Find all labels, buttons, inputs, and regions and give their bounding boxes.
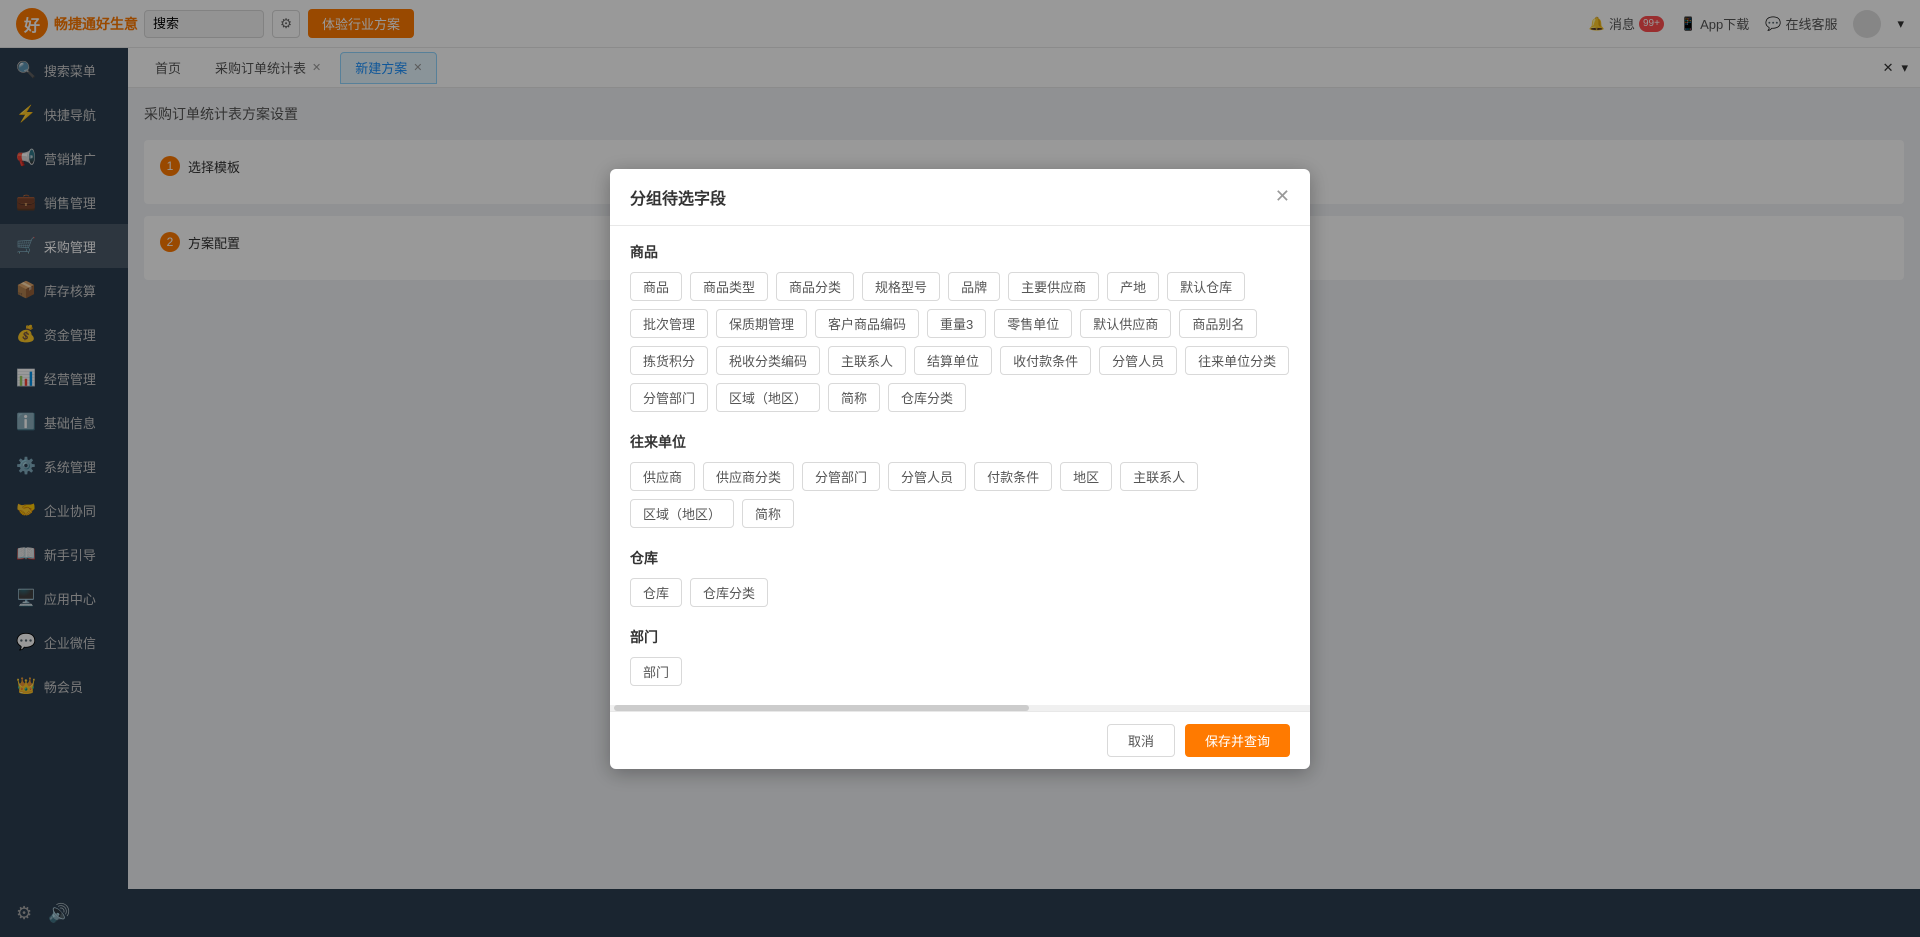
field-category-仓库: 仓库仓库仓库分类 [630,548,1290,607]
dialog-title: 分组待选字段 [630,185,726,209]
field-category-title: 部门 [630,627,1290,647]
dialog-header: 分组待选字段 ✕ [610,169,1310,226]
field-tag[interactable]: 仓库 [630,578,682,607]
dialog-footer: 取消 保存并查询 [610,711,1310,769]
field-tag[interactable]: 默认仓库 [1167,272,1245,301]
field-tag[interactable]: 供应商分类 [703,462,794,491]
field-tag[interactable]: 地区 [1060,462,1112,491]
field-category-title: 仓库 [630,548,1290,568]
modal-overlay: 分组待选字段 ✕ 商品商品商品类型商品分类规格型号品牌主要供应商产地默认仓库批次… [0,0,1920,937]
field-tag[interactable]: 结算单位 [914,346,992,375]
field-tag[interactable]: 商品别名 [1179,309,1257,338]
field-tag[interactable]: 拣货积分 [630,346,708,375]
field-tag[interactable]: 商品类型 [690,272,768,301]
field-category-title: 商品 [630,242,1290,262]
field-tag[interactable]: 保质期管理 [716,309,807,338]
field-tag[interactable]: 产地 [1107,272,1159,301]
field-tag[interactable]: 重量3 [927,309,986,338]
field-tag[interactable]: 主联系人 [828,346,906,375]
field-tags-往来单位: 供应商供应商分类分管部门分管人员付款条件地区主联系人区域（地区） 简称 [630,462,1290,528]
field-tags-部门: 部门 [630,657,1290,686]
field-select-dialog: 分组待选字段 ✕ 商品商品商品类型商品分类规格型号品牌主要供应商产地默认仓库批次… [610,169,1310,769]
field-tag[interactable]: 零售单位 [994,309,1072,338]
field-tag[interactable]: 规格型号 [862,272,940,301]
field-category-商品: 商品商品商品类型商品分类规格型号品牌主要供应商产地默认仓库批次管理保质期管理客户… [630,242,1290,412]
field-category-往来单位: 往来单位供应商供应商分类分管部门分管人员付款条件地区主联系人区域（地区） 简称 [630,432,1290,528]
field-tag[interactable]: 往来单位分类 [1185,346,1289,375]
field-tag[interactable]: 分管人员 [1099,346,1177,375]
field-tags-仓库: 仓库仓库分类 [630,578,1290,607]
field-tag[interactable]: 收付款条件 [1000,346,1091,375]
save-query-button[interactable]: 保存并查询 [1185,724,1290,757]
field-tag[interactable]: 部门 [630,657,682,686]
field-tag[interactable]: 默认供应商 [1080,309,1171,338]
field-tag[interactable]: 供应商 [630,462,695,491]
cancel-button[interactable]: 取消 [1107,724,1175,757]
field-tag[interactable]: 客户商品编码 [815,309,919,338]
field-tag[interactable]: 仓库分类 [690,578,768,607]
dialog-close-button[interactable]: ✕ [1275,186,1290,207]
field-tag[interactable]: 仓库分类 [888,383,966,412]
field-category-title: 往来单位 [630,432,1290,452]
field-tags-商品: 商品商品类型商品分类规格型号品牌主要供应商产地默认仓库批次管理保质期管理客户商品… [630,272,1290,412]
field-tag[interactable]: 简称 [828,383,880,412]
field-tag[interactable]: 分管部门 [630,383,708,412]
field-tag[interactable]: 简称 [742,499,794,528]
field-tag[interactable]: 分管部门 [802,462,880,491]
field-tag[interactable]: 批次管理 [630,309,708,338]
field-category-部门: 部门部门 [630,627,1290,686]
field-tag[interactable]: 商品 [630,272,682,301]
field-tag[interactable]: 品牌 [948,272,1000,301]
field-tag[interactable]: 商品分类 [776,272,854,301]
field-tag[interactable]: 区域（地区） [630,499,734,528]
field-tag[interactable]: 区域（地区） [716,383,820,412]
field-tag[interactable]: 主要供应商 [1008,272,1099,301]
field-tag[interactable]: 付款条件 [974,462,1052,491]
field-tag[interactable]: 税收分类编码 [716,346,820,375]
field-tag[interactable]: 分管人员 [888,462,966,491]
field-tag[interactable]: 主联系人 [1120,462,1198,491]
dialog-body: 商品商品商品类型商品分类规格型号品牌主要供应商产地默认仓库批次管理保质期管理客户… [610,226,1310,705]
